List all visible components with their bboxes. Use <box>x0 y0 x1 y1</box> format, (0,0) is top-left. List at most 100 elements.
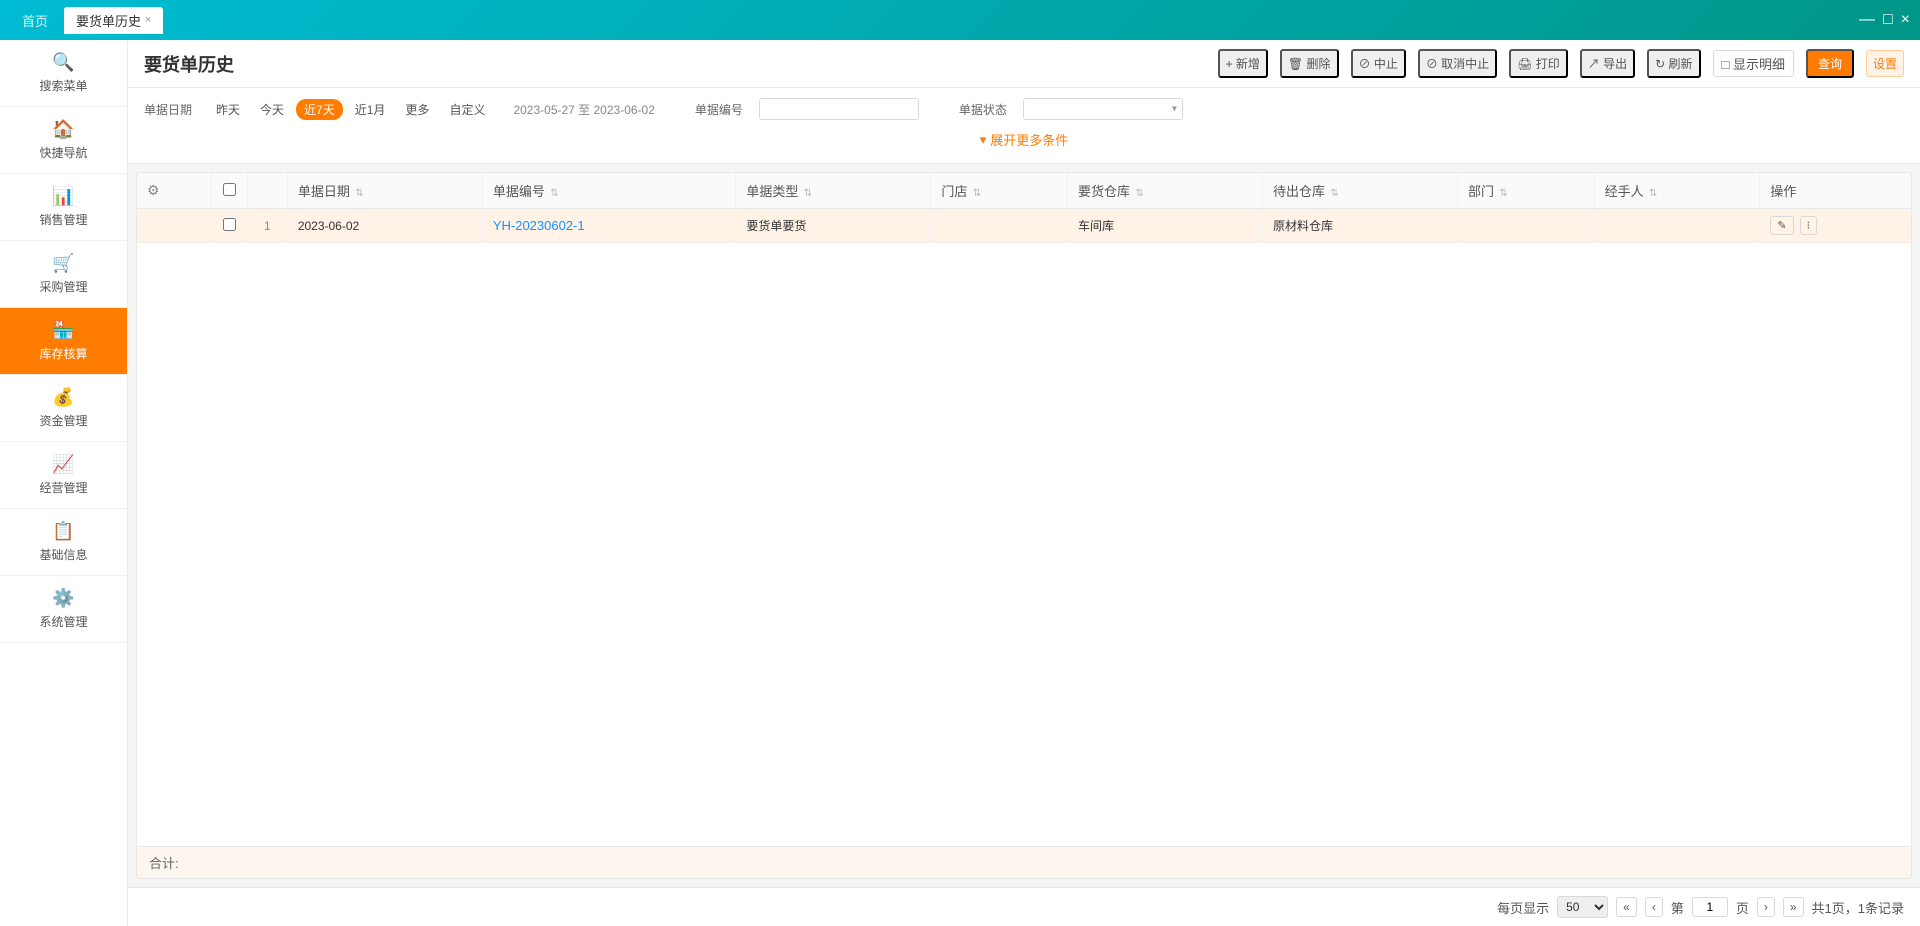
row-checkbox-cell <box>211 209 247 243</box>
sort-icon[interactable]: ⇅ <box>1330 188 1338 199</box>
delete-button[interactable]: 🗑 删除 <box>1280 49 1339 78</box>
content-area: 要货单历史 + 新增 🗑 删除 ⊘ 中止 ⊘ 取消中止 🖨 打印 ↗ 导出 ↻ … <box>128 40 1920 926</box>
date-range-display: 2023-05-27 至 2023-06-02 <box>513 101 654 118</box>
expand-more-button[interactable]: ▾ 展开更多条件 <box>144 126 1904 153</box>
sidebar-item-label: 搜索菜单 <box>39 77 87 94</box>
total-info: 共1页，1条记录 <box>1812 898 1904 917</box>
tab-active[interactable]: 要货单历史 × <box>64 7 163 34</box>
sidebar-item-label: 采购管理 <box>39 278 87 295</box>
select-all-checkbox[interactable] <box>223 183 236 196</box>
status-label: 单据状态 <box>959 101 1007 118</box>
sidebar-item-label: 经营管理 <box>39 479 87 496</box>
sidebar-item-shortcut[interactable]: 🏠 快捷导航 <box>0 107 127 174</box>
new-button[interactable]: + 新增 <box>1218 49 1268 78</box>
top-bar: 首页 要货单历史 × — □ × <box>0 0 1920 40</box>
next-page-button[interactable]: › <box>1757 897 1775 917</box>
row-doc-no: YH-20230602-1 <box>482 209 736 243</box>
settings-button[interactable]: 设置 <box>1866 50 1904 77</box>
row-dept <box>1458 209 1595 243</box>
page-number-input[interactable] <box>1692 897 1728 917</box>
sidebar-item-sales[interactable]: 📊 销售管理 <box>0 174 127 241</box>
col-store: 门店 ⇅ <box>931 173 1068 209</box>
doc-icon: 📋 <box>52 521 74 542</box>
row-edit-button[interactable]: ✎ <box>1770 216 1793 235</box>
sidebar-item-basic[interactable]: 📋 基础信息 <box>0 509 127 576</box>
col-req-warehouse: 要货仓库 ⇅ <box>1067 173 1262 209</box>
sort-icon[interactable]: ⇅ <box>550 188 558 199</box>
close-button[interactable]: × <box>1901 11 1910 29</box>
row-checkbox[interactable] <box>223 218 236 231</box>
col-pending-warehouse: 待出仓库 ⇅ <box>1262 173 1457 209</box>
refresh-button[interactable]: ↻ 刷新 <box>1647 49 1700 78</box>
sort-icon[interactable]: ⇅ <box>1135 188 1143 199</box>
sort-icon[interactable]: ⇅ <box>804 188 812 199</box>
export-button[interactable]: ↗ 导出 <box>1580 49 1635 78</box>
row-delete-button[interactable]: ⁝ <box>1800 216 1818 235</box>
sidebar-item-label: 快捷导航 <box>39 144 87 161</box>
table-footer-summary: 合计: <box>137 846 1911 878</box>
doc-no-input[interactable] <box>759 98 919 120</box>
page-label: 第 <box>1671 898 1684 917</box>
row-doc-type: 要货单要货 <box>736 209 931 243</box>
doc-no-label: 单据编号 <box>695 101 743 118</box>
sidebar-item-system[interactable]: ⚙️ 系统管理 <box>0 576 127 643</box>
sort-icon[interactable]: ⇅ <box>1649 188 1657 199</box>
page-size-select[interactable]: 50 100 <box>1557 896 1608 918</box>
sidebar-item-inventory[interactable]: 🏪 库存核算 <box>0 308 127 375</box>
tab-home[interactable]: 首页 <box>10 7 60 34</box>
tab-close-icon[interactable]: × <box>145 14 151 26</box>
first-page-button[interactable]: « <box>1616 897 1637 917</box>
sidebar-item-finance[interactable]: 💰 资金管理 <box>0 375 127 442</box>
date-options: 昨天 今天 近7天 近1月 更多 自定义 <box>208 99 493 120</box>
col-dept: 部门 ⇅ <box>1458 173 1595 209</box>
col-checkbox <box>211 173 247 209</box>
date-opt-yesterday[interactable]: 昨天 <box>208 99 248 120</box>
sort-icon[interactable]: ⇅ <box>1499 188 1507 199</box>
trending-icon: 📈 <box>52 454 74 475</box>
sidebar-item-label: 系统管理 <box>39 613 87 630</box>
row-req-warehouse: 车间库 <box>1067 209 1262 243</box>
store-icon: 🏪 <box>52 320 74 341</box>
filter-area: 单据日期 昨天 今天 近7天 近1月 更多 自定义 2023-05-27 至 2… <box>128 88 1920 164</box>
doc-no-link[interactable]: YH-20230602-1 <box>493 218 585 233</box>
summary-label: 合计: <box>149 856 179 871</box>
date-filter-label: 单据日期 <box>144 101 192 118</box>
minimize-button[interactable]: — <box>1859 11 1875 29</box>
page-unit: 页 <box>1736 898 1749 917</box>
table-wrapper: ⚙ 单据日期 ⇅ 单据编号 <box>137 173 1911 846</box>
sort-icon[interactable]: ⇅ <box>355 188 363 199</box>
status-select[interactable] <box>1023 98 1183 120</box>
sidebar-item-label: 库存核算 <box>39 345 87 362</box>
data-table: ⚙ 单据日期 ⇅ 单据编号 <box>137 173 1911 243</box>
sort-icon[interactable]: ⇅ <box>973 188 981 199</box>
sidebar-item-search[interactable]: 🔍 搜索菜单 <box>0 40 127 107</box>
row-action-group: ✎ ⁝ <box>1770 216 1901 235</box>
date-opt-7days[interactable]: 近7天 <box>296 99 343 120</box>
query-button[interactable]: 查询 <box>1806 49 1854 78</box>
date-opt-today[interactable]: 今天 <box>252 99 292 120</box>
prev-page-button[interactable]: ‹ <box>1645 897 1663 917</box>
col-settings-icon[interactable]: ⚙ <box>147 182 160 198</box>
sidebar-item-operations[interactable]: 📈 经营管理 <box>0 442 127 509</box>
print-button[interactable]: 🖨 打印 <box>1509 49 1568 78</box>
table-row: 1 2023-06-02 YH-20230602-1 要货单要货 车间库 原材料… <box>137 209 1911 243</box>
sidebar-item-label: 基础信息 <box>39 546 87 563</box>
date-opt-1month[interactable]: 近1月 <box>347 99 394 120</box>
col-doc-no: 单据编号 ⇅ <box>482 173 736 209</box>
maximize-button[interactable]: □ <box>1883 11 1893 29</box>
col-actions: 操作 <box>1760 173 1911 209</box>
row-handler <box>1594 209 1760 243</box>
status-select-wrapper <box>1023 98 1183 120</box>
chevron-down-icon: ▾ <box>980 132 987 148</box>
per-page-label: 每页显示 <box>1497 898 1549 917</box>
date-opt-more[interactable]: 更多 <box>397 99 437 120</box>
cancel-stop-button[interactable]: ⊘ 取消中止 <box>1418 49 1497 78</box>
last-page-button[interactable]: » <box>1783 897 1804 917</box>
date-opt-custom[interactable]: 自定义 <box>441 99 493 120</box>
display-cell-button[interactable]: □ 显示明细 <box>1713 50 1794 77</box>
row-settings-cell <box>137 209 211 243</box>
col-no <box>247 173 287 209</box>
chart-icon: 📊 <box>52 186 74 207</box>
stop-button[interactable]: ⊘ 中止 <box>1351 49 1406 78</box>
sidebar-item-purchase[interactable]: 🛒 采购管理 <box>0 241 127 308</box>
